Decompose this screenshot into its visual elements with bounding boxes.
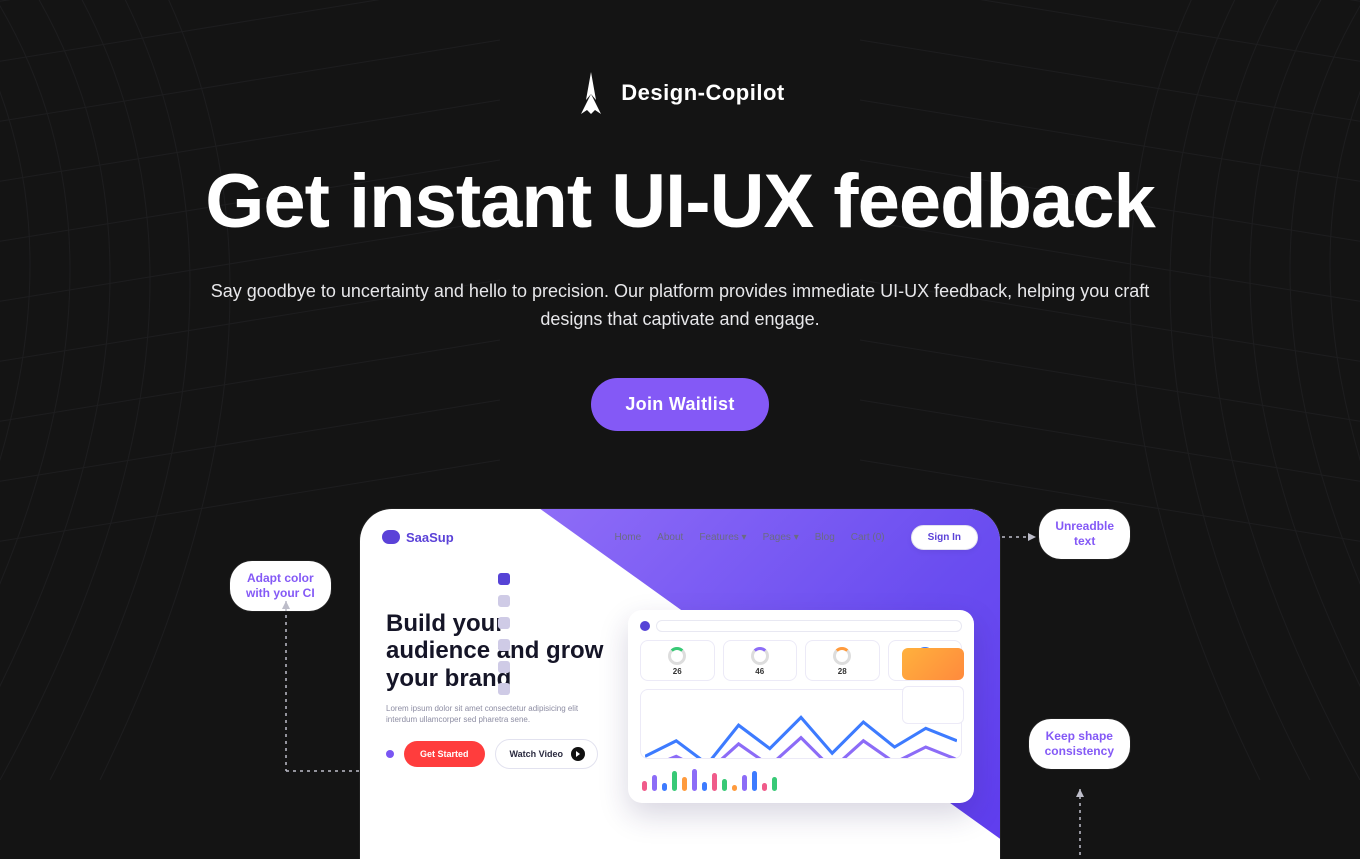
logo-icon [575,72,607,114]
mock-dashboard: 26462876 [628,610,974,803]
annotation-adapt-color: Adapt colorwith your CI [230,561,331,611]
hero-title: Get instant UI-UX feedback [205,164,1155,240]
mock-hero-copy: Build your audience and grow your brand … [386,610,606,803]
mock-nav-item: About [657,532,683,543]
bullet-icon [386,750,394,758]
mock-transactions-card [902,686,964,724]
mock-watch-video-label: Watch Video [510,749,564,759]
mock-credit-card [902,648,964,680]
mock-nav: Home About Features ▾ Pages ▾ Blog Cart (0) [614,532,884,543]
mock-headline: Build your audience and grow your brand [386,610,606,693]
mock-header: SaaSup Home About Features ▾ Pages ▾ Blog Car… [360,509,1000,550]
mock-nav-item: Blog [815,532,835,543]
mock-nav-item: Cart (0) [851,532,885,543]
brand-name: Design-Copilot [621,80,784,106]
mock-nav-item: Pages ▾ [763,532,799,543]
annotation-shape-consistency: Keep shapeconsistency [1029,719,1130,769]
mock-website: SaaSup Home About Features ▾ Pages ▾ Blog Car… [360,509,1000,859]
mock-sidebar-icons [498,573,510,695]
mock-signin-button: Sign In [911,525,978,550]
mock-nav-item: Features ▾ [699,532,746,543]
mock-kpi: 46 [723,640,798,681]
mock-nav-item: Home [614,532,641,543]
mock-kpi: 26 [640,640,715,681]
mock-bar-chart [640,767,962,791]
annotation-unreadable-text: Unreadbletext [1039,509,1130,559]
hero-subtitle: Say goodbye to uncertainty and hello to … [210,278,1150,334]
cloud-icon [382,530,400,544]
join-waitlist-button[interactable]: Join Waitlist [591,378,768,431]
mock-search-input [656,620,962,632]
mock-brand-name: SaaSup [406,530,454,545]
hero-illustration: Adapt colorwith your CI Unreadbletext Ke… [230,509,1130,859]
mock-logo: SaaSup [382,530,454,545]
play-icon [571,747,585,761]
mock-dash-logo-icon [640,621,650,631]
brand: Design-Copilot [575,72,784,114]
mock-lorem: Lorem ipsum dolor sit amet consectetur a… [386,703,596,725]
mock-get-started-button: Get Started [404,741,485,767]
mock-kpi: 28 [805,640,880,681]
mock-watch-video-button: Watch Video [495,739,599,769]
